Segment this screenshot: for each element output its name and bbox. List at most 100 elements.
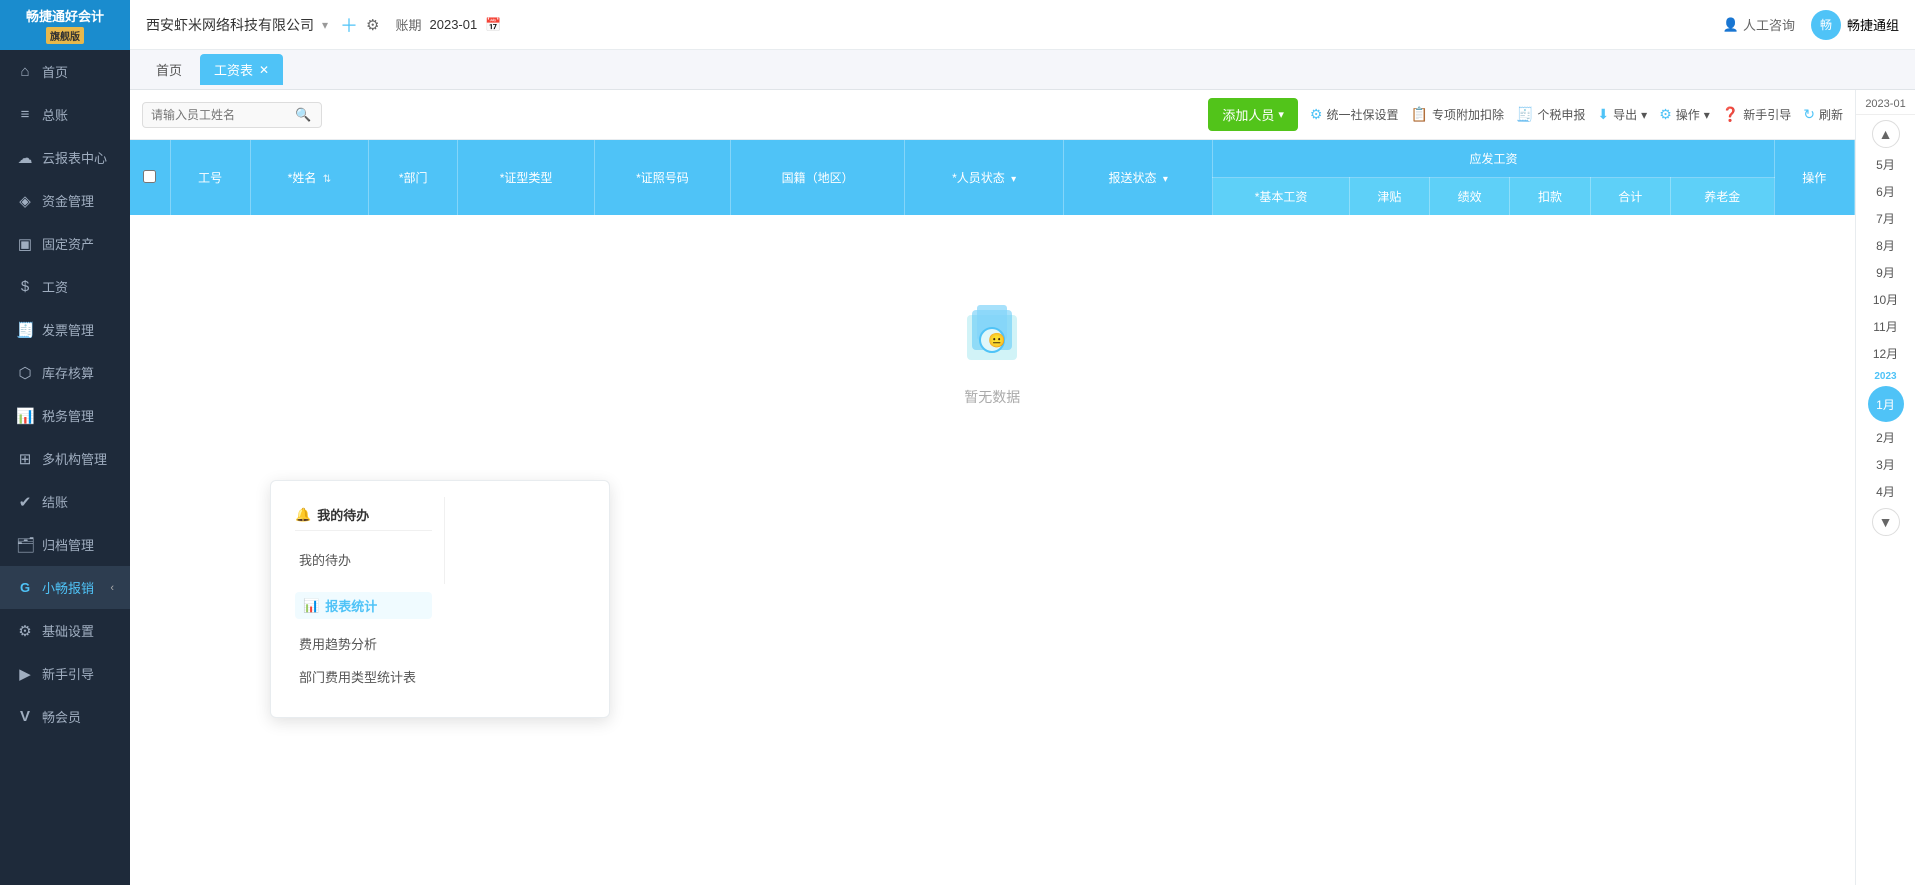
sidebar-item-invoice[interactable]: 🧾 发票管理 [0,308,130,351]
col-performance: 绩效 [1430,178,1510,216]
month-item-2[interactable]: 2月 [1861,424,1911,451]
company-dropdown-arrow[interactable]: ▾ [322,18,328,32]
cloud-icon: ☁ [16,149,34,167]
submit-status-filter-icon[interactable]: ▾ [1163,174,1168,185]
month-item-12[interactable]: 12月 [1861,340,1911,367]
settings-button[interactable]: ⚙ [366,16,379,34]
person-status-filter-icon[interactable]: ▾ [1011,174,1016,185]
col-id: 工号 [170,140,250,215]
popup-menu: 🔔 我的待办 我的待办 📊 报表统计 费用趋势分析 [270,480,610,718]
service-button[interactable]: 👤 人工咨询 [1723,15,1795,34]
popup-overlay: 🔔 我的待办 我的待办 📊 报表统计 费用趋势分析 [270,480,610,718]
month-item-8[interactable]: 8月 [1861,232,1911,259]
sidebar-item-ledger[interactable]: ≡ 总账 [0,93,130,136]
add-person-button[interactable]: 添加人员 ▾ [1208,98,1298,131]
name-sort-icon[interactable]: ⇅ [323,174,331,185]
month-item-1-active[interactable]: 1月 [1868,386,1904,422]
user-avatar: 畅 [1811,10,1841,40]
month-item-3[interactable]: 3月 [1861,451,1911,478]
calendar-icon[interactable]: 📅 [485,17,501,33]
sidebar-item-cloud-report[interactable]: ☁ 云报表中心 [0,136,130,179]
month-prev-button[interactable]: ▲ [1872,120,1900,148]
export-dropdown-icon: ▾ [1641,108,1647,122]
tab-home[interactable]: 首页 [142,54,196,85]
inventory-icon: ⬡ [16,364,34,382]
sidebar-item-settlement[interactable]: ✔ 结账 [0,480,130,523]
add-company-button[interactable]: ＋ [340,12,358,38]
tax-report-action[interactable]: 🧾 个税申报 [1516,106,1585,123]
svg-text:😐: 😐 [988,332,1005,348]
sidebar-item-tax[interactable]: 📊 税务管理 [0,394,130,437]
sidebar-item-fund[interactable]: ◈ 资金管理 [0,179,130,222]
settings-icon: ⚙ [16,622,34,640]
col-person-status[interactable]: *人员状态 ▾ [905,140,1064,215]
empty-state-row: 😐 暂无数据 [130,215,1855,487]
report-stats-icon: 📊 [303,598,319,614]
month-next-button[interactable]: ▼ [1872,508,1900,536]
col-submit-status[interactable]: 报送状态 ▾ [1063,140,1213,215]
payroll-icon: $ [16,278,34,295]
col-name[interactable]: *姓名 ⇅ [250,140,368,215]
guide-action[interactable]: ❓ 新手引导 [1722,106,1791,123]
empty-icon: 😐 [952,295,1032,375]
tax-deduct-action[interactable]: 📋 专项附加扣除 [1411,106,1504,123]
period-label: 账期 [395,15,421,34]
refresh-action[interactable]: ↻ 刷新 [1803,106,1843,123]
month-item-7[interactable]: 7月 [1861,205,1911,232]
tab-close-icon[interactable]: ✕ [259,63,269,77]
popup-item-dept-cost[interactable]: 部门费用类型统计表 [295,660,432,693]
user-info[interactable]: 畅 畅捷通组 [1811,10,1899,40]
export-action[interactable]: ⬇ 导出 ▾ [1597,106,1647,123]
month-item-5[interactable]: 5月 [1861,151,1911,178]
checkbox-header[interactable] [130,140,170,215]
member-icon: V [16,708,34,725]
main-area: 西安虾米网络科技有限公司 ▾ ＋ ⚙ 账期 2023-01 📅 👤 人工咨询 畅… [130,0,1915,885]
sidebar-item-basic-settings[interactable]: ⚙ 基础设置 [0,609,130,652]
sidebar-item-archive[interactable]: 🗂 归档管理 [0,523,130,566]
month-item-11[interactable]: 11月 [1861,313,1911,340]
xiaochang-icon: G [16,580,34,595]
sidebar-item-payroll[interactable]: $ 工资 [0,265,130,308]
guide-toolbar-icon: ❓ [1722,106,1739,123]
sidebar-item-multi-org[interactable]: ⊞ 多机构管理 [0,437,130,480]
social-security-icon: ⚙ [1310,106,1323,123]
tab-payroll[interactable]: 工资表 ✕ [200,54,283,85]
col-deduction: 扣款 [1510,178,1590,216]
sidebar-item-inventory[interactable]: ⬡ 库存核算 [0,351,130,394]
sidebar-item-member[interactable]: V 畅会员 [0,695,130,738]
app-logo: 畅捷通好会计 旗舰版 [0,0,130,50]
col-base-salary: *基本工资 [1213,178,1349,216]
sidebar-item-home[interactable]: ⌂ 首页 [0,50,130,93]
col-total: 合计 [1590,178,1670,216]
service-icon: 👤 [1723,17,1739,33]
empty-state-cell: 😐 暂无数据 [130,215,1855,487]
sidebar-item-xiaochang[interactable]: G 小畅报销 ‹ [0,566,130,609]
fund-icon: ◈ [16,192,34,210]
salary-group-header: 应发工资 [1213,140,1774,178]
search-input[interactable] [151,108,291,122]
sidebar: 畅捷通好会计 旗舰版 ⌂ 首页 ≡ 总账 ☁ 云报表中心 ◈ 资金管理 ▣ 固定… [0,0,130,885]
col-allowance: 津贴 [1349,178,1429,216]
month-item-6[interactable]: 6月 [1861,178,1911,205]
refresh-icon: ↻ [1803,106,1815,123]
popup-item-cost-trend[interactable]: 费用趋势分析 [295,627,432,660]
sidebar-item-guide[interactable]: ▶ 新手引导 [0,652,130,695]
popup-pending-title: 🔔 我的待办 [295,505,432,531]
month-item-10[interactable]: 10月 [1861,286,1911,313]
popup-divider [444,497,445,584]
toolbar: 🔍 添加人员 ▾ ⚙ 统一社保设置 📋 专项附加扣除 [130,90,1855,140]
invoice-icon: 🧾 [16,321,34,339]
year-2023-label: 2023 [1874,371,1896,382]
empty-state: 😐 暂无数据 [130,215,1855,487]
operation-action[interactable]: ⚙ 操作 ▾ [1659,106,1710,123]
sidebar-item-fixed-assets[interactable]: ▣ 固定资产 [0,222,130,265]
month-item-4[interactable]: 4月 [1861,478,1911,505]
ledger-icon: ≡ [16,106,34,123]
social-security-action[interactable]: ⚙ 统一社保设置 [1310,106,1399,123]
popup-item-my-pending[interactable]: 我的待办 [295,543,432,576]
select-all-checkbox[interactable] [143,170,156,183]
col-nationality: 国籍（地区） [731,140,905,215]
search-wrap: 🔍 [142,102,322,128]
month-item-9[interactable]: 9月 [1861,259,1911,286]
guide-icon: ▶ [16,665,34,683]
